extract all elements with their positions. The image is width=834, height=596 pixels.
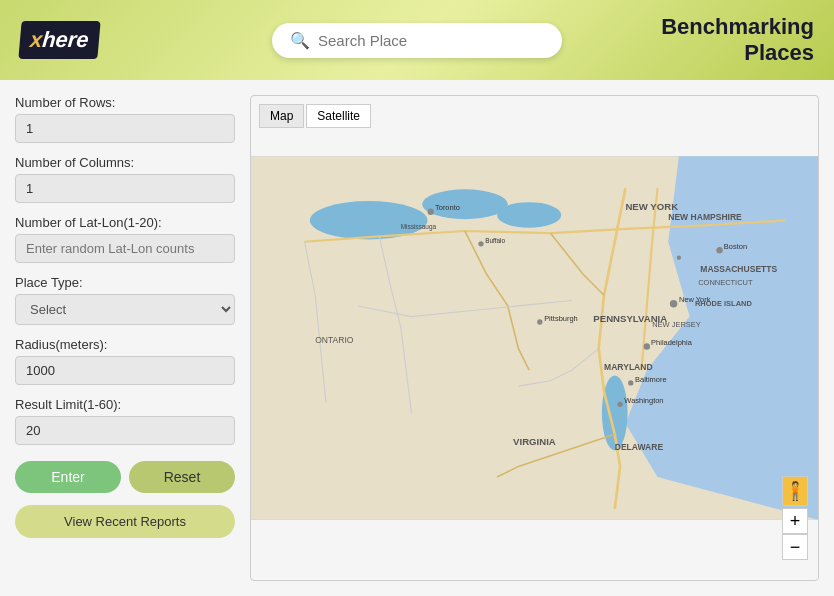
result-limit-input[interactable]: [15, 416, 235, 445]
svg-point-17: [628, 380, 633, 385]
radius-label: Radius(meters):: [15, 337, 235, 352]
map-svg: Toronto Buffalo Boston New York Philadel…: [251, 96, 818, 580]
svg-text:Mississauga: Mississauga: [401, 223, 437, 231]
main-content: Number of Rows: Number of Columns: Numbe…: [0, 80, 834, 596]
logo: xhere: [20, 21, 99, 59]
svg-point-9: [478, 241, 483, 246]
svg-text:NEW YORK: NEW YORK: [625, 201, 678, 212]
svg-text:VIRGINIA: VIRGINIA: [513, 436, 556, 447]
svg-text:RHODE ISLAND: RHODE ISLAND: [695, 299, 752, 308]
search-icon: 🔍: [290, 31, 310, 50]
svg-text:Pittsburgh: Pittsburgh: [544, 314, 578, 323]
reset-button[interactable]: Reset: [129, 461, 235, 493]
result-limit-label: Result Limit(1-60):: [15, 397, 235, 412]
latlon-field-group: Number of Lat-Lon(1-20):: [15, 215, 235, 263]
svg-point-23: [677, 256, 681, 260]
svg-text:ONTARIO: ONTARIO: [315, 335, 354, 345]
place-type-label: Place Type:: [15, 275, 235, 290]
latlon-input[interactable]: [15, 234, 235, 263]
svg-text:DELAWARE: DELAWARE: [615, 442, 664, 452]
svg-point-5: [497, 202, 561, 228]
map-type-map-button[interactable]: Map: [259, 104, 304, 128]
enter-button[interactable]: Enter: [15, 461, 121, 493]
columns-field-group: Number of Columns:: [15, 155, 235, 203]
radius-input[interactable]: [15, 356, 235, 385]
svg-text:Washington: Washington: [624, 396, 663, 405]
rows-field-group: Number of Rows:: [15, 95, 235, 143]
view-reports-button[interactable]: View Recent Reports: [15, 505, 235, 538]
svg-point-13: [670, 300, 677, 307]
rows-input[interactable]: [15, 114, 235, 143]
svg-text:Buffalo: Buffalo: [485, 237, 505, 244]
svg-text:Baltimore: Baltimore: [635, 375, 667, 384]
svg-point-21: [537, 319, 542, 324]
map-type-controls: Map Satellite: [259, 104, 371, 128]
map-container[interactable]: Map Satellite: [250, 95, 819, 581]
map-type-satellite-button[interactable]: Satellite: [306, 104, 371, 128]
svg-point-15: [644, 343, 650, 349]
search-input[interactable]: [318, 32, 538, 49]
columns-label: Number of Columns:: [15, 155, 235, 170]
page-title: Benchmarking Places: [661, 14, 814, 67]
place-type-field-group: Place Type: Select: [15, 275, 235, 325]
zoom-out-button[interactable]: −: [782, 534, 808, 560]
search-bar[interactable]: 🔍: [272, 23, 562, 58]
map-zoom-controls: 🧍 + −: [782, 476, 808, 560]
svg-text:NEW JERSEY: NEW JERSEY: [652, 320, 701, 329]
svg-text:Boston: Boston: [724, 242, 747, 251]
header: xhere 🔍 Benchmarking Places: [0, 0, 834, 80]
latlon-label: Number of Lat-Lon(1-20):: [15, 215, 235, 230]
result-limit-field-group: Result Limit(1-60):: [15, 397, 235, 445]
logo-text: here: [41, 27, 90, 52]
rows-label: Number of Rows:: [15, 95, 235, 110]
radius-field-group: Radius(meters):: [15, 337, 235, 385]
svg-text:MASSACHUSETTS: MASSACHUSETTS: [700, 264, 777, 274]
svg-text:Toronto: Toronto: [435, 203, 460, 212]
search-wrapper: 🔍: [272, 23, 562, 58]
svg-text:MARYLAND: MARYLAND: [604, 362, 653, 372]
svg-text:NEW HAMPSHIRE: NEW HAMPSHIRE: [668, 212, 742, 222]
columns-input[interactable]: [15, 174, 235, 203]
svg-point-19: [617, 402, 622, 407]
logo-box: xhere: [18, 21, 100, 59]
place-type-select[interactable]: Select: [15, 294, 235, 325]
action-buttons: Enter Reset: [15, 461, 235, 493]
left-panel: Number of Rows: Number of Columns: Numbe…: [15, 95, 235, 581]
pegman-button[interactable]: 🧍: [782, 476, 808, 506]
svg-point-11: [716, 247, 722, 253]
svg-text:CONNECTICUT: CONNECTICUT: [698, 278, 753, 287]
zoom-in-button[interactable]: +: [782, 508, 808, 534]
svg-point-7: [428, 209, 434, 215]
svg-text:Philadelphia: Philadelphia: [651, 338, 693, 347]
